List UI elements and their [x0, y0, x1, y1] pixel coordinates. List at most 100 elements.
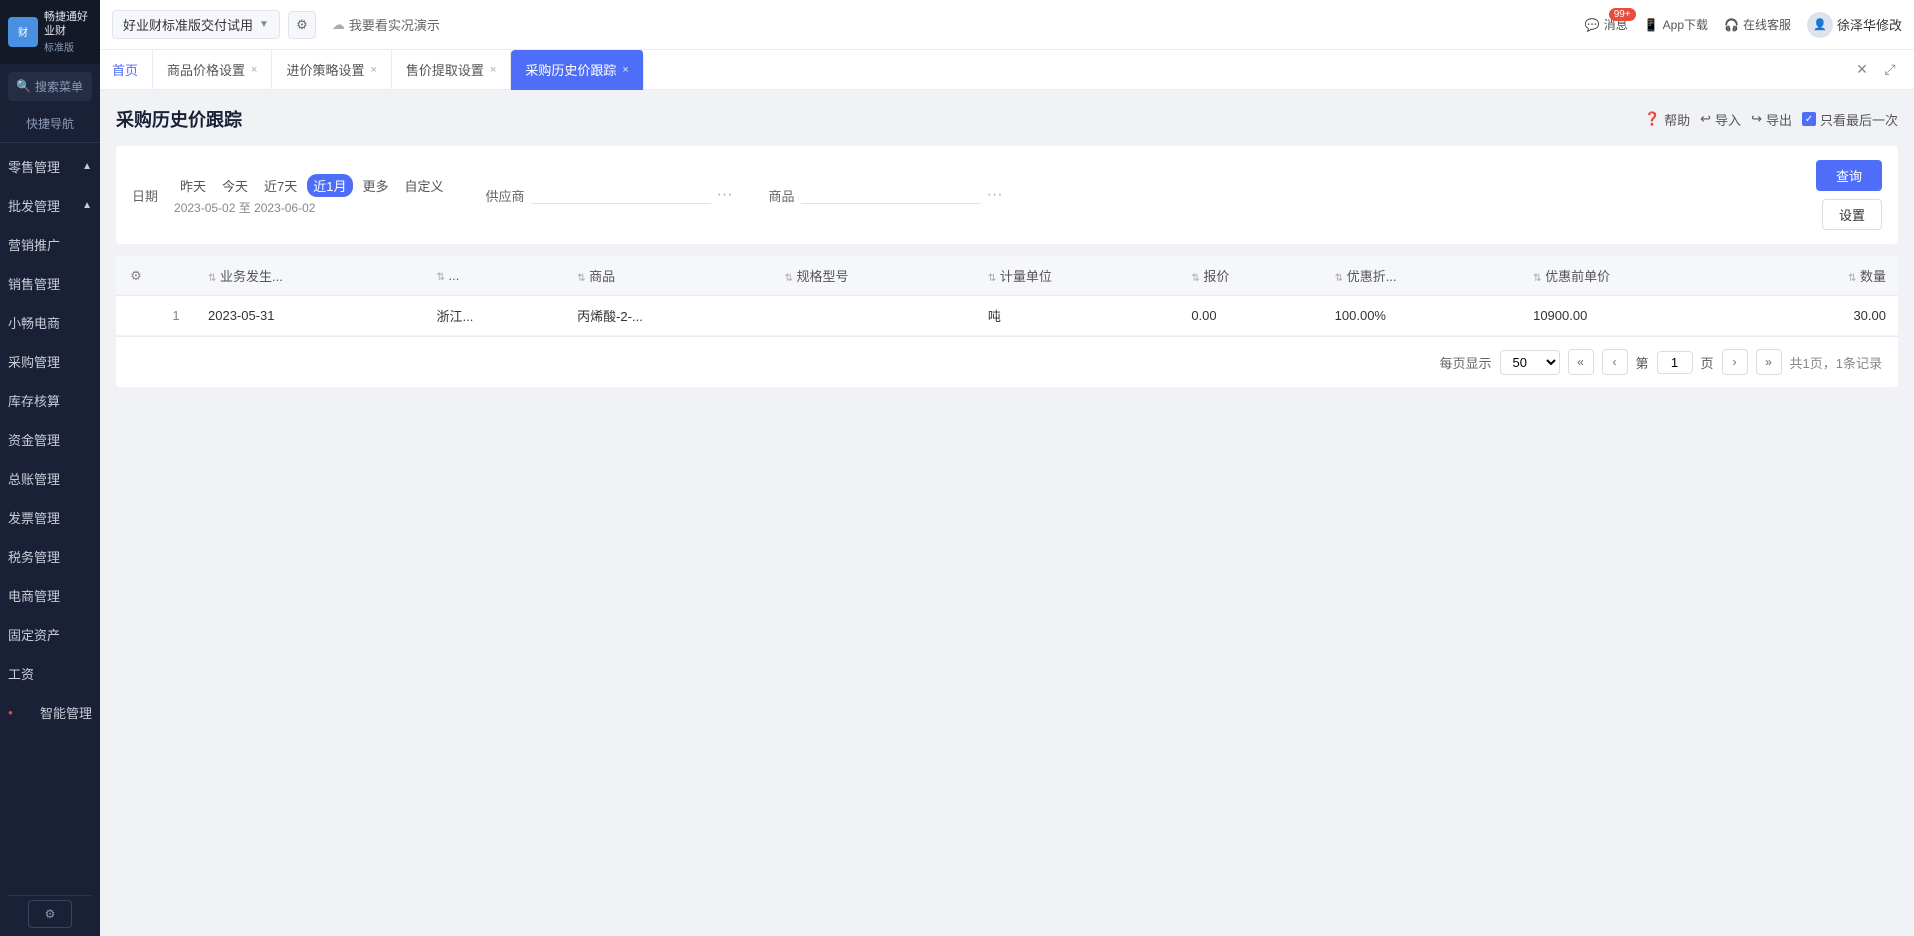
date-btn-yesterday[interactable]: 昨天 — [174, 174, 212, 197]
export-button[interactable]: ↪ 导出 — [1751, 110, 1792, 129]
col-num — [156, 256, 196, 296]
row-qty-cell: 30.00 — [1755, 296, 1898, 336]
tab-price-close[interactable]: × — [251, 64, 257, 76]
filter-settings-button[interactable]: 设置 — [1822, 199, 1882, 230]
col-date[interactable]: ⇅ 业务发生... — [196, 256, 424, 296]
app-download-button[interactable]: 📱 App下载 — [1644, 16, 1708, 33]
messages-button[interactable]: 💬 消息 99+ — [1585, 16, 1628, 33]
tab-strategy-close[interactable]: × — [370, 64, 376, 76]
page-content: 采购历史价跟踪 ❓ 帮助 ↩ 导入 ↪ 导出 ✓ 只看最后一次 — [100, 90, 1914, 936]
query-button[interactable]: 查询 — [1816, 160, 1882, 191]
sidebar-item-smart[interactable]: 智能管理 — [0, 693, 100, 732]
sidebar-bottom: ⚙ — [0, 883, 100, 936]
col-price[interactable]: ⇅ 报价 — [1179, 256, 1322, 296]
row-num-cell: 1 — [156, 296, 196, 336]
col-before-price-sort: ⇅ — [1533, 273, 1541, 284]
col-extra[interactable]: ⇅ ... — [424, 256, 565, 296]
col-settings-icon[interactable]: ⚙ — [130, 268, 142, 283]
sidebar-item-invoice[interactable]: 发票管理 — [0, 498, 100, 537]
sidebar-bottom-divider — [8, 895, 92, 896]
sidebar-quicknav[interactable]: 快捷导航 — [0, 109, 100, 138]
last-page-button[interactable]: » — [1756, 349, 1782, 375]
help-button[interactable]: ❓ 帮助 — [1644, 110, 1690, 129]
gear-icon: ⚙ — [296, 17, 308, 33]
user-menu[interactable]: 👤 徐泽华修改 — [1807, 12, 1902, 38]
sidebar-item-marketing[interactable]: 营销推广 — [0, 225, 100, 264]
date-range-display: 2023-05-02 至 2023-06-02 — [174, 199, 450, 216]
tabs-end: ✕ ⤢ — [1850, 58, 1902, 82]
date-btn-today[interactable]: 今天 — [216, 174, 254, 197]
sidebar-search[interactable]: 🔍 搜索菜单 — [0, 64, 100, 109]
col-goods[interactable]: ⇅ 商品 — [565, 256, 772, 296]
sidebar-item-finance[interactable]: 资金管理 — [0, 420, 100, 459]
row-unit-cell: 吨 — [976, 296, 1179, 336]
col-unit-sort: ⇅ — [988, 273, 996, 284]
sidebar-item-ecom[interactable]: 电商管理 — [0, 576, 100, 615]
row-before-price-cell: 10900.00 — [1521, 296, 1754, 336]
col-settings: ⚙ — [116, 256, 156, 296]
supplier-dots-button[interactable]: ··· — [717, 186, 733, 204]
messages-badge: 99+ — [1609, 8, 1636, 21]
close-tab-button[interactable]: ✕ — [1850, 58, 1874, 82]
avatar: 👤 — [1807, 12, 1833, 38]
message-icon: 💬 — [1585, 18, 1600, 32]
col-before-price[interactable]: ⇅ 优惠前单价 — [1521, 256, 1754, 296]
sidebar: 财 畅捷通好业财 标准版 🔍 搜索菜单 快捷导航 零售管理 ▲ 批发管理 ▲ 营… — [0, 0, 100, 936]
version-selector[interactable]: 好业财标准版交付试用 ▼ — [112, 10, 280, 39]
help-icon: ❓ — [1644, 111, 1660, 127]
sidebar-item-fixed[interactable]: 固定资产 — [0, 615, 100, 654]
version-label: 好业财标准版交付试用 — [123, 15, 253, 34]
goods-dots-button[interactable]: ··· — [987, 186, 1003, 204]
next-page-button[interactable]: › — [1722, 349, 1748, 375]
row-discount-cell: 100.00% — [1323, 296, 1521, 336]
sidebar-item-tax[interactable]: 税务管理 — [0, 537, 100, 576]
expand-tab-button[interactable]: ⤢ — [1878, 58, 1902, 82]
filter-bar: 日期 昨天 今天 近7天 近1月 更多 自定义 2023-05-02 至 202… — [116, 146, 1898, 244]
col-discount[interactable]: ⇅ 优惠折... — [1323, 256, 1521, 296]
sidebar-item-purchase[interactable]: 采购管理 — [0, 342, 100, 381]
tab-price[interactable]: 商品价格设置 × — [153, 50, 272, 90]
tab-sale-price[interactable]: 售价提取设置 × — [392, 50, 511, 90]
col-spec[interactable]: ⇅ 规格型号 — [772, 256, 975, 296]
sidebar-item-payroll[interactable]: 工资 — [0, 654, 100, 693]
sidebar-item-ledger[interactable]: 总账管理 — [0, 459, 100, 498]
tab-home[interactable]: 首页 — [112, 50, 153, 90]
page-total: 共1页，1条记录 — [1790, 353, 1882, 372]
date-filter-buttons: 昨天 今天 近7天 近1月 更多 自定义 — [174, 174, 450, 197]
topbar-gear-button[interactable]: ⚙ — [288, 11, 316, 39]
sidebar-settings-button[interactable]: ⚙ — [28, 900, 73, 928]
goods-filter: 商品 ··· — [769, 186, 1003, 205]
sidebar-item-sales[interactable]: 销售管理 — [0, 264, 100, 303]
tab-history[interactable]: 采购历史价跟踪 × — [511, 50, 643, 90]
date-btn-7days[interactable]: 近7天 — [258, 174, 303, 197]
date-btn-more[interactable]: 更多 — [357, 174, 395, 197]
supplier-label: 供应商 — [486, 186, 525, 205]
sidebar-item-wholesale[interactable]: 批发管理 ▲ — [0, 186, 100, 225]
search-menu-button[interactable]: 🔍 搜索菜单 — [8, 72, 92, 101]
tab-sale-price-close[interactable]: × — [490, 64, 496, 76]
sidebar-item-ecom-small[interactable]: 小畅电商 — [0, 303, 100, 342]
page-number-input[interactable] — [1657, 351, 1693, 374]
tab-bar: 首页 商品价格设置 × 进价策略设置 × 售价提取设置 × 采购历史价跟踪 × … — [100, 50, 1914, 90]
sidebar-item-inventory[interactable]: 库存核算 — [0, 381, 100, 420]
col-qty[interactable]: ⇅ 数量 — [1755, 256, 1898, 296]
tab-strategy[interactable]: 进价策略设置 × — [272, 50, 391, 90]
last-only-checkbox[interactable]: ✓ 只看最后一次 — [1802, 110, 1898, 129]
online-service-button[interactable]: 🎧 在线客服 — [1724, 16, 1791, 33]
page-size-select[interactable]: 50 10 20 100 — [1500, 350, 1560, 375]
prev-page-button[interactable]: ‹ — [1602, 349, 1628, 375]
date-btn-custom[interactable]: 自定义 — [399, 174, 450, 197]
col-extra-sort: ⇅ — [436, 272, 444, 283]
import-button[interactable]: ↩ 导入 — [1700, 110, 1741, 129]
mobile-icon: 📱 — [1644, 18, 1659, 32]
date-btn-1month[interactable]: 近1月 — [307, 174, 352, 197]
col-unit[interactable]: ⇅ 计量单位 — [976, 256, 1179, 296]
sidebar-item-retail[interactable]: 零售管理 ▲ — [0, 147, 100, 186]
table-header-row: ⚙ ⇅ 业务发生... ⇅ ... — [116, 256, 1898, 296]
goods-input[interactable] — [801, 186, 981, 204]
supplier-input[interactable] — [531, 186, 711, 204]
demo-button[interactable]: ☁ 我要看实况演示 — [332, 15, 440, 34]
first-page-button[interactable]: « — [1568, 349, 1594, 375]
tab-history-close[interactable]: × — [622, 64, 628, 76]
row-settings-cell — [116, 296, 156, 336]
